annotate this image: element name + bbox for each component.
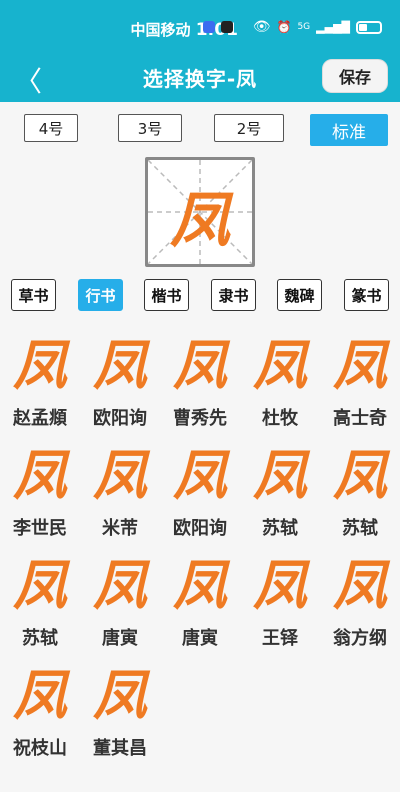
alarm-icon: ⏰: [276, 20, 292, 34]
sample-cell[interactable]: 凤 欧阳询: [80, 330, 160, 440]
sample-cell[interactable]: 凤 唐寅: [80, 550, 160, 660]
sample-cell[interactable]: 凤 苏轼: [320, 440, 400, 550]
sample-author: 祝枝山: [13, 738, 67, 759]
sample-author: 苏轼: [342, 518, 378, 539]
sample-glyph: 凤: [173, 553, 227, 617]
eye-icon: 👁: [252, 19, 271, 35]
sample-author: 王铎: [262, 628, 298, 649]
sample-glyph: 凤: [333, 443, 387, 507]
preview-character: 凤: [170, 186, 230, 256]
app-header: 〈 选择换字-凤 保存: [0, 50, 400, 102]
sample-cell[interactable]: 凤 赵孟頫: [0, 330, 80, 440]
sample-author: 翁方纲: [333, 628, 387, 649]
style-lishu-tab[interactable]: 隶书: [211, 279, 256, 311]
sample-cell[interactable]: 凤 米芾: [80, 440, 160, 550]
tiktok-icon: [220, 21, 233, 33]
save-button[interactable]: 保存: [322, 59, 388, 93]
sample-cell[interactable]: 凤 苏轼: [0, 550, 80, 660]
sample-cell[interactable]: 凤 欧阳询: [160, 440, 240, 550]
sample-author: 苏轼: [262, 518, 298, 539]
sample-glyph: 凤: [13, 553, 67, 617]
sample-author: 唐寅: [102, 628, 138, 649]
size-4-button[interactable]: 4号: [24, 114, 78, 142]
sample-glyph: 凤: [253, 553, 307, 617]
sample-author: 赵孟頫: [13, 408, 67, 429]
style-xingshu-tab[interactable]: 行书: [78, 279, 123, 311]
sample-glyph: 凤: [13, 443, 67, 507]
size-3-button[interactable]: 3号: [118, 114, 182, 142]
sample-author: 米芾: [102, 518, 138, 539]
preview-box: 凤: [145, 157, 255, 267]
app-notification-icon: [202, 21, 215, 33]
status-bar: 中国移动 1:01 👁 ⏰ 5G ▂▄▆█: [0, 0, 400, 50]
sample-glyph: 凤: [13, 663, 67, 727]
sample-glyph: 凤: [333, 553, 387, 617]
sample-cell[interactable]: 凤 曹秀先: [160, 330, 240, 440]
style-selector: 草书 行书 楷书 隶书 魏碑 篆书: [0, 279, 400, 315]
battery-icon: [356, 20, 382, 34]
size-standard-button[interactable]: 标准: [310, 114, 388, 146]
sample-cell[interactable]: 凤 唐寅: [160, 550, 240, 660]
signal-bars-icon: ▂▄▆█: [316, 20, 350, 34]
size-2-button[interactable]: 2号: [214, 114, 284, 142]
sample-cell[interactable]: 凤 祝枝山: [0, 660, 80, 770]
sample-cell[interactable]: 凤 翁方纲: [320, 550, 400, 660]
sample-author: 李世民: [13, 518, 67, 539]
style-weibei-tab[interactable]: 魏碑: [277, 279, 322, 311]
sample-cell[interactable]: 凤 苏轼: [240, 440, 320, 550]
sample-author: 董其昌: [93, 738, 147, 759]
sample-cell[interactable]: 凤 董其昌: [80, 660, 160, 770]
sample-author: 高士奇: [333, 408, 387, 429]
sample-glyph: 凤: [93, 663, 147, 727]
sample-glyph: 凤: [173, 443, 227, 507]
sample-author: 欧阳询: [93, 408, 147, 429]
carrier-label: 中国移动: [130, 21, 191, 39]
sample-cell[interactable]: 凤 杜牧: [240, 330, 320, 440]
sample-cell[interactable]: 凤 王铎: [240, 550, 320, 660]
sample-author: 苏轼: [22, 628, 58, 649]
sample-glyph: 凤: [93, 333, 147, 397]
signal-label: 5G: [297, 22, 311, 32]
style-caoshu-tab[interactable]: 草书: [11, 279, 56, 311]
sample-author: 杜牧: [262, 408, 298, 429]
sample-glyph: 凤: [13, 333, 67, 397]
sample-glyph: 凤: [173, 333, 227, 397]
sample-author: 曹秀先: [173, 408, 227, 429]
style-zhuanshu-tab[interactable]: 篆书: [344, 279, 389, 311]
sample-glyph: 凤: [333, 333, 387, 397]
status-icons: 👁 ⏰ 5G ▂▄▆█: [202, 19, 382, 35]
sample-glyph: 凤: [253, 333, 307, 397]
sample-author: 欧阳询: [173, 518, 227, 539]
sample-glyph: 凤: [93, 443, 147, 507]
sample-author: 唐寅: [182, 628, 218, 649]
size-selector: 4号 3号 2号 标准: [0, 114, 400, 148]
style-kaishu-tab[interactable]: 楷书: [144, 279, 189, 311]
sample-glyph: 凤: [253, 443, 307, 507]
sample-cell[interactable]: 凤 李世民: [0, 440, 80, 550]
sample-cell[interactable]: 凤 高士奇: [320, 330, 400, 440]
sample-glyph: 凤: [93, 553, 147, 617]
